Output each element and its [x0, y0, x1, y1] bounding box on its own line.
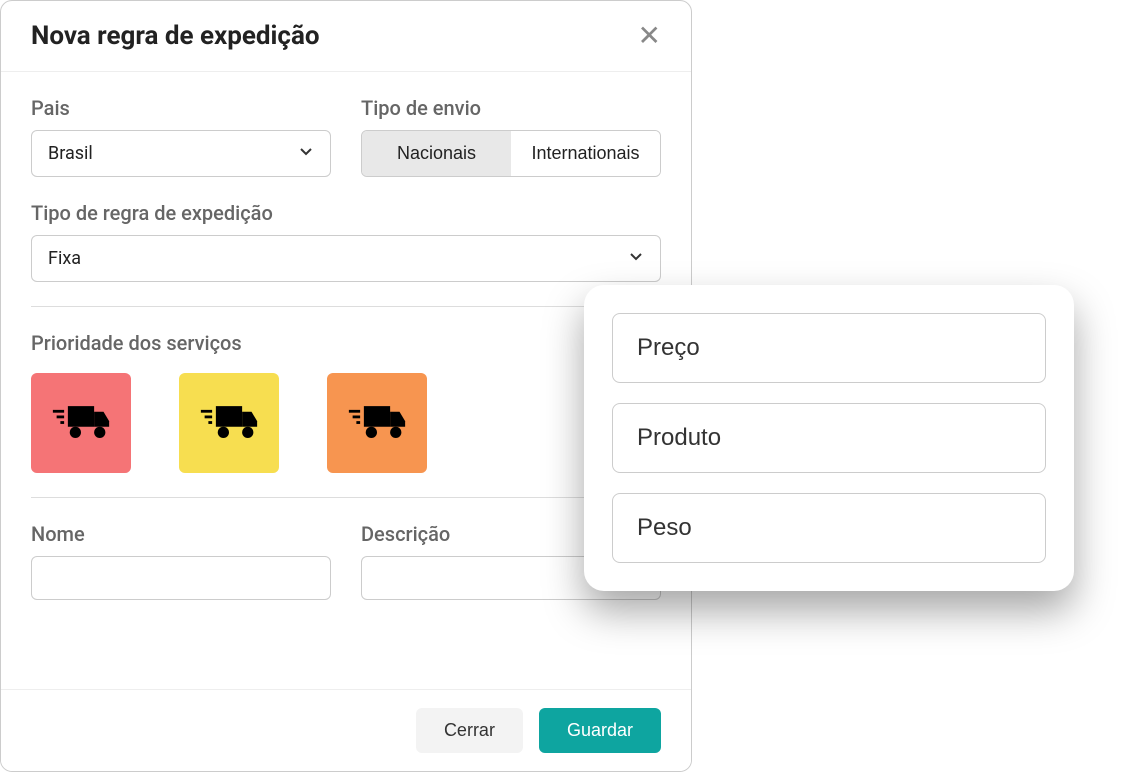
- service-card-red[interactable]: [31, 373, 131, 473]
- toggle-national[interactable]: Nacionais: [362, 131, 511, 176]
- name-input[interactable]: [31, 556, 331, 600]
- country-field: Pais Brasil: [31, 96, 331, 177]
- chevron-down-icon: [298, 143, 314, 164]
- modal-header: Nova regra de expedição ✕: [1, 1, 691, 72]
- popup-option-price[interactable]: Preço: [612, 313, 1046, 383]
- truck-icon: [51, 398, 111, 448]
- shipping-type-field: Tipo de envio Nacionais Internationais: [361, 96, 661, 177]
- name-field: Nome: [31, 522, 331, 600]
- close-icon: ✕: [638, 20, 661, 51]
- country-select[interactable]: Brasil: [31, 130, 331, 177]
- modal-title: Nova regra de expedição: [31, 21, 320, 51]
- save-button[interactable]: Guardar: [539, 708, 661, 753]
- divider: [31, 306, 661, 307]
- rule-type-popup: Preço Produto Peso: [584, 285, 1074, 591]
- service-priority-row: [31, 373, 661, 473]
- name-label: Nome: [31, 522, 331, 546]
- divider: [31, 497, 661, 498]
- country-value: Brasil: [48, 143, 93, 164]
- service-card-orange[interactable]: [327, 373, 427, 473]
- country-label: Pais: [31, 96, 331, 120]
- chevron-down-icon: [628, 248, 644, 269]
- toggle-international[interactable]: Internationais: [511, 131, 660, 176]
- rule-type-value: Fixa: [48, 248, 81, 269]
- popup-option-product[interactable]: Produto: [612, 403, 1046, 473]
- rule-type-select[interactable]: Fixa: [31, 235, 661, 282]
- rule-type-field: Tipo de regra de expedição Fixa: [31, 201, 661, 282]
- modal-footer: Cerrar Guardar: [1, 689, 691, 771]
- shipping-type-toggle: Nacionais Internationais: [361, 130, 661, 177]
- rule-type-label: Tipo de regra de expedição: [31, 201, 661, 225]
- close-footer-button[interactable]: Cerrar: [416, 708, 523, 753]
- truck-icon: [347, 398, 407, 448]
- close-button[interactable]: ✕: [638, 22, 661, 50]
- truck-icon: [199, 398, 259, 448]
- priority-label: Prioridade dos serviços: [31, 331, 661, 355]
- popup-option-weight[interactable]: Peso: [612, 493, 1046, 563]
- service-card-yellow[interactable]: [179, 373, 279, 473]
- shipping-type-label: Tipo de envio: [361, 96, 661, 120]
